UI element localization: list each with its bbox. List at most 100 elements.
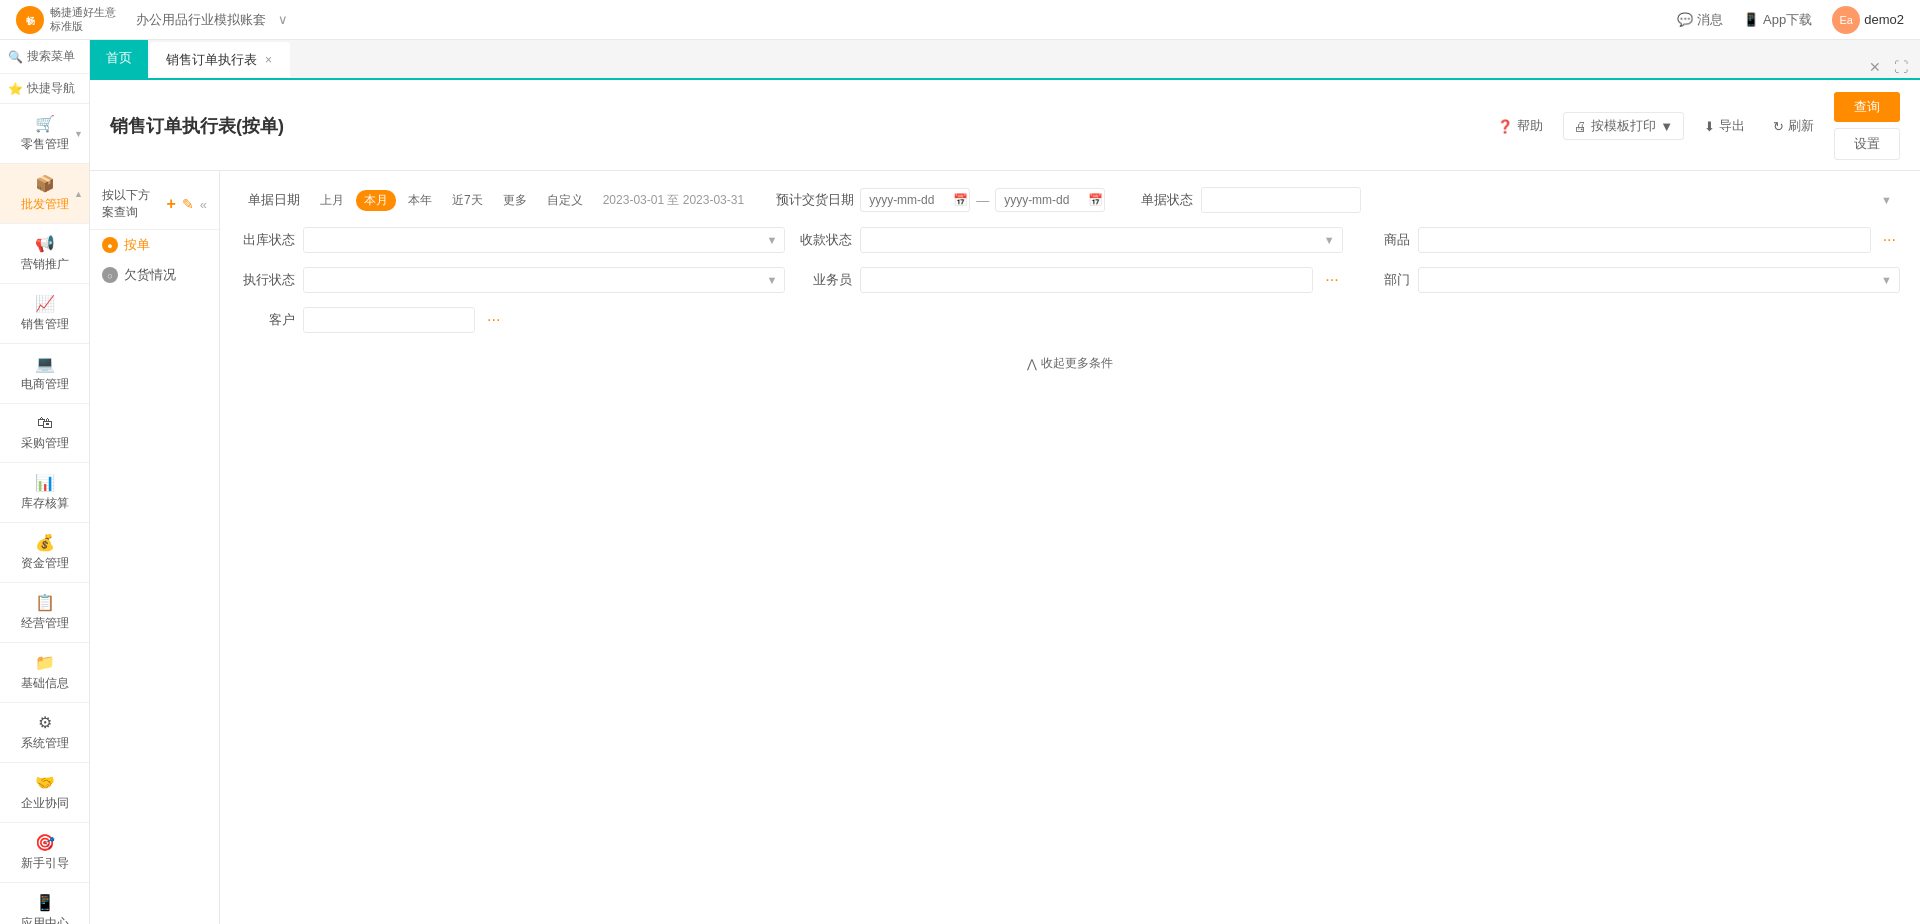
date-btn-more[interactable]: 更多 [495,189,535,212]
main-section: 按以下方案查询 + ✎ « ● 按单 ○ [90,171,1920,924]
date-btn-this-year[interactable]: 本年 [400,189,440,212]
svg-text:○: ○ [107,271,112,281]
scheme-item-欠货情况[interactable]: ○ 欠货情况 [90,260,219,290]
print-button[interactable]: 🖨 按模板打印 ▼ [1563,112,1684,140]
operations-icon: 📋 [35,593,55,612]
sidebar-item-search[interactable]: 🔍 搜索菜单 [0,40,89,74]
calendar-icon-end: 📅 [1088,193,1103,207]
out-status-select[interactable]: 全部 已出库 未出库 部分出库 [303,227,785,253]
filter-area: 单据日期 上月 本月 本年 近7天 更多 自定义 2023-03-01 至 20… [220,171,1920,924]
sidebar-item-wholesale[interactable]: 📦 批发管理 [0,164,89,224]
refresh-button[interactable]: ↻ 刷新 [1765,113,1822,139]
sidebar-item-marketing[interactable]: 📢 营销推广 [0,224,89,284]
breadcrumb-arrow-icon[interactable]: ∨ [278,12,288,27]
out-status-wrapper: 全部 已出库 未出库 部分出库 ▼ [303,227,785,253]
tab-close-icon[interactable]: × [263,51,274,69]
scheme-icon-active: ● [102,237,118,253]
sidebar-item-purchase[interactable]: 🛍 采购管理 [0,404,89,463]
scheme-icon-inactive: ○ [102,267,118,283]
help-icon: ❓ [1497,119,1513,134]
print-icon: 🖨 [1574,119,1587,134]
message-icon: 💬 [1677,12,1693,27]
help-button[interactable]: ❓ 帮助 [1489,113,1551,139]
date-btn-this-month[interactable]: 本月 [356,190,396,211]
settings-button[interactable]: 设置 [1834,128,1900,160]
window-controls: ✕ ⛶ [1864,56,1920,78]
marketing-icon: 📢 [35,234,55,253]
filter-row-date: 单据日期 上月 本月 本年 近7天 更多 自定义 2023-03-01 至 20… [240,187,1900,213]
maximize-window-button[interactable]: ⛶ [1890,56,1912,78]
customer-label: 客户 [240,311,295,329]
star-icon: ⭐ [8,82,23,96]
left-panel-header: 按以下方案查询 + ✎ « [90,183,219,230]
tab-home[interactable]: 首页 [90,40,148,78]
sidebar-item-quick-nav[interactable]: ⭐ 快捷导航 [0,74,89,104]
salesperson-label: 业务员 [797,271,852,289]
goods-label: 商品 [1355,231,1410,249]
message-button[interactable]: 💬 消息 [1677,11,1723,29]
query-button[interactable]: 查询 [1834,92,1900,122]
salesperson-picker-button[interactable]: ··· [1321,271,1342,289]
expected-date-start-input[interactable]: 📅 [860,188,970,212]
left-panel: 按以下方案查询 + ✎ « ● 按单 ○ [90,171,220,924]
export-button[interactable]: ⬇ 导出 [1696,113,1753,139]
collapse-bar[interactable]: ⋀ 收起更多条件 [240,347,1900,372]
svg-text:●: ● [107,241,112,251]
sidebar-item-operations[interactable]: 📋 经营管理 [0,583,89,643]
date-btn-custom[interactable]: 自定义 [539,189,591,212]
sidebar-item-finance[interactable]: 💰 资金管理 [0,523,89,583]
exec-status-label: 执行状态 [240,271,295,289]
enterprise-icon: 🤝 [35,773,55,792]
tab-bar: 首页 销售订单执行表 × ✕ ⛶ [90,40,1920,80]
date-btn-7days[interactable]: 近7天 [444,189,491,212]
expected-date-end-field[interactable] [1004,193,1084,207]
dept-select[interactable]: 全部 [1418,267,1900,293]
sidebar-item-newbie[interactable]: 🎯 新手引导 [0,823,89,883]
sidebar-item-appstore[interactable]: 📱 应用中心 [0,883,89,924]
close-window-button[interactable]: ✕ [1864,56,1886,78]
expected-date-start-field[interactable] [869,193,949,207]
status-filter-label: 单据状态 [1133,191,1193,209]
sidebar-item-inventory[interactable]: 📊 库存核算 [0,463,89,523]
page-actions: ❓ 帮助 🖨 按模板打印 ▼ ⬇ 导出 ↻ [1489,92,1900,160]
sidebar-item-sales[interactable]: 📈 销售管理 [0,284,89,344]
tab-sales-exec[interactable]: 销售订单执行表 × [150,42,290,78]
sidebar: 🔍 搜索菜单 ⭐ 快捷导航 🛒 零售管理 📦 批发管理 📢 营销推广 📈 销售管… [0,40,90,924]
app-download-button[interactable]: 📱 App下载 [1743,11,1812,29]
export-icon: ⬇ [1704,119,1715,134]
scheme-item-按单[interactable]: ● 按单 [90,230,219,260]
customer-cell: 客户 ··· [240,307,504,333]
sidebar-item-base[interactable]: 📁 基础信息 [0,643,89,703]
exec-status-select[interactable]: 全部 已执行 未执行 [303,267,785,293]
add-scheme-button[interactable]: + [166,195,175,213]
page-header: 销售订单执行表(按单) ❓ 帮助 🖨 按模板打印 ▼ ⬇ [90,80,1920,171]
goods-input[interactable] [1418,227,1871,253]
receipt-status-select[interactable]: 全部 已收款 未收款 部分收款 [860,227,1342,253]
status-select[interactable]: 全部 [1201,187,1361,213]
customer-input[interactable] [303,307,475,333]
page-title: 销售订单执行表(按单) [110,114,284,138]
edit-scheme-button[interactable]: ✎ [182,196,194,212]
logo-text: 畅捷通好生意 标准版 [50,6,116,32]
salesperson-input[interactable] [860,267,1313,293]
date-quick-buttons: 上月 本月 本年 近7天 更多 自定义 [312,189,591,212]
sidebar-item-system[interactable]: ⚙ 系统管理 [0,703,89,763]
collapse-panel-button[interactable]: « [200,197,207,212]
user-profile[interactable]: Ea demo2 [1832,6,1904,34]
date-filter-label: 单据日期 [240,191,300,209]
inventory-icon: 📊 [35,473,55,492]
sidebar-item-ecommerce[interactable]: 💻 电商管理 [0,344,89,404]
customer-picker-button[interactable]: ··· [483,311,504,329]
sidebar-item-retail[interactable]: 🛒 零售管理 [0,104,89,164]
collapse-up-icon: ⋀ [1027,357,1037,371]
filter-row-customer: 客户 ··· [240,307,1900,333]
sidebar-item-enterprise[interactable]: 🤝 企业协同 [0,763,89,823]
download-icon: 📱 [1743,12,1759,27]
date-btn-last-month[interactable]: 上月 [312,189,352,212]
search-icon: 🔍 [8,50,23,64]
exec-status-cell: 执行状态 全部 已执行 未执行 ▼ [240,267,785,293]
goods-picker-button[interactable]: ··· [1879,231,1900,249]
date-range-display: 2023-03-01 至 2023-03-31 [603,192,744,209]
expected-date-group: 预计交货日期 📅 — 📅 [776,188,1105,212]
expected-date-end-input[interactable]: 📅 [995,188,1105,212]
